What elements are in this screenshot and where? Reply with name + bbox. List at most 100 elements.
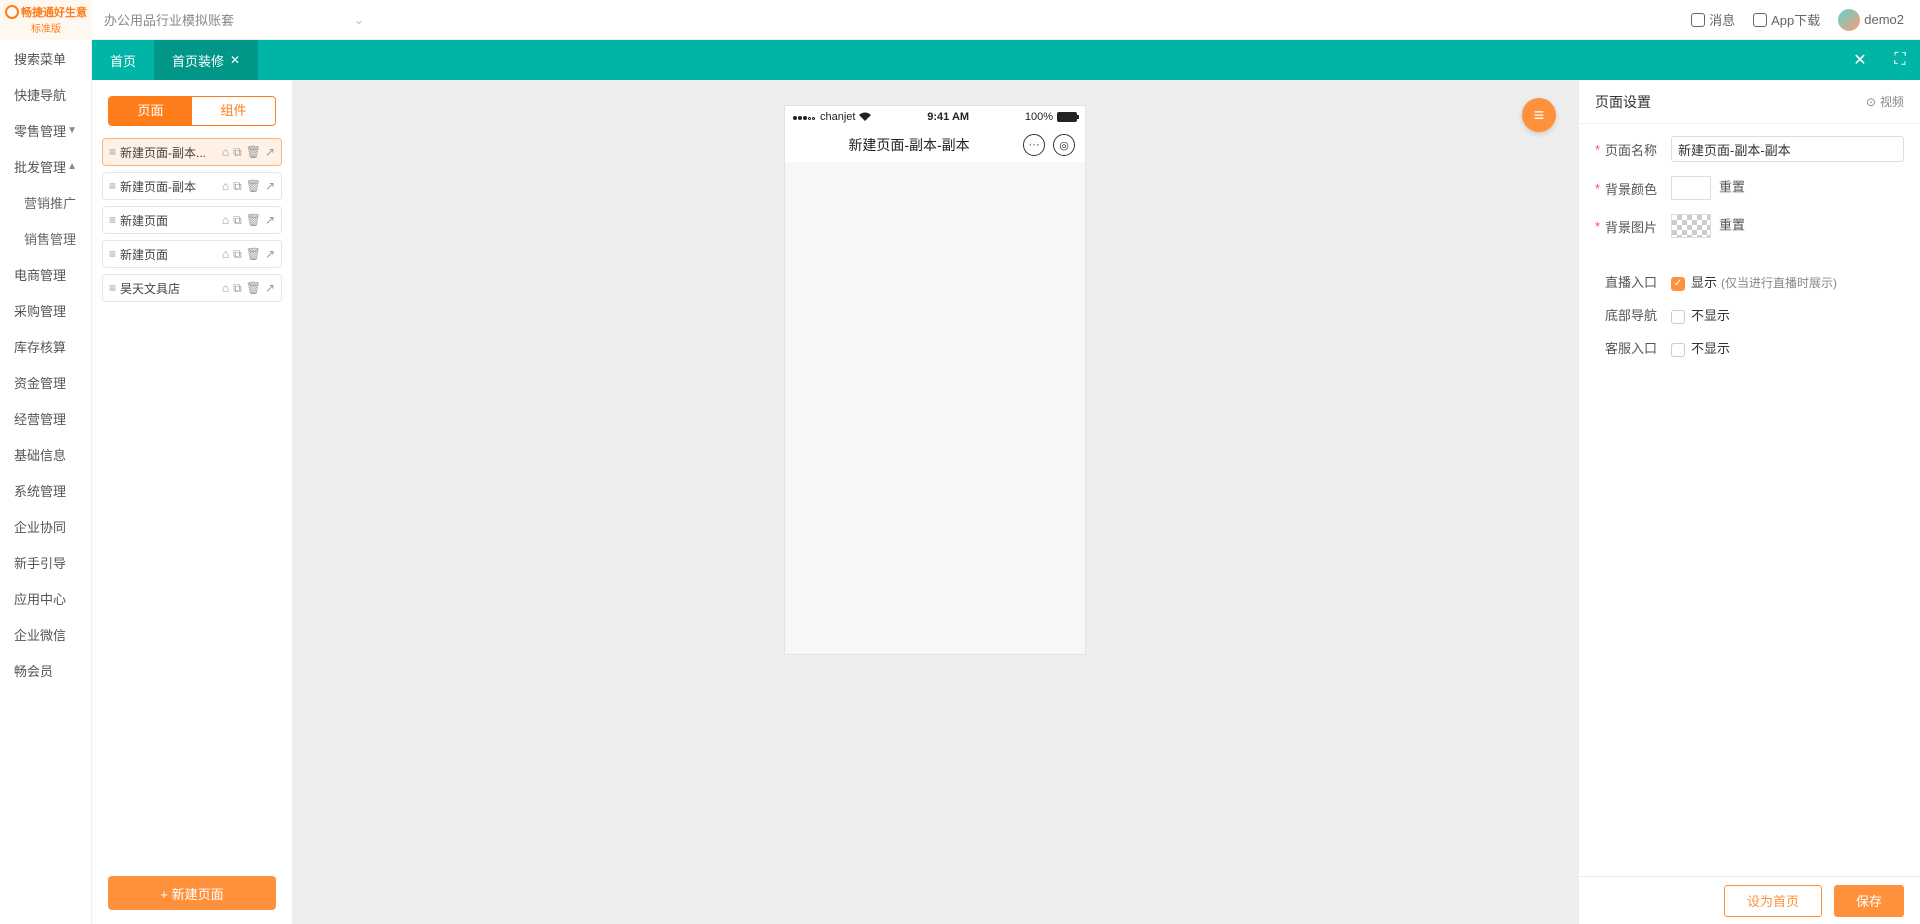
page-row[interactable]: ≡ 新建页面 ⌂ ⧉ 🗑 ↗ [102, 240, 282, 268]
nav-item[interactable]: 系统管理 [0, 472, 91, 508]
delete-icon[interactable]: 🗑 [246, 213, 261, 227]
page-list-panel: 页面 组件 ≡新建页面-副本...⌂⧉🗑↗≡新建页面-副本⌂⧉🗑↗≡新建页面⌂⧉… [92, 80, 292, 924]
message-icon [1691, 13, 1705, 27]
copy-icon[interactable]: ⧉ [233, 213, 242, 228]
home-icon[interactable]: ⌂ [222, 145, 229, 159]
delete-icon[interactable]: 🗑 [246, 247, 261, 261]
copy-icon[interactable]: ⧉ [233, 281, 242, 296]
nav-item[interactable]: 基础信息 [0, 436, 91, 472]
delete-icon[interactable]: 🗑 [246, 281, 261, 295]
bgimg-swatch[interactable] [1671, 214, 1711, 238]
user-menu[interactable]: demo2 [1838, 9, 1904, 31]
nav-item[interactable]: 批发管理▲ [0, 148, 91, 184]
nav-item[interactable]: 新手引导 [0, 544, 91, 580]
miniapp-close-icon[interactable]: ◎ [1053, 134, 1075, 156]
page-row[interactable]: ≡ 新建页面-副本 ⌂ ⧉ 🗑 ↗ [102, 172, 282, 200]
tab[interactable]: 首页装修 ✕ [154, 40, 258, 80]
messages-link[interactable]: 消息 [1691, 10, 1735, 29]
nav-item[interactable]: 应用中心 [0, 580, 91, 616]
phone-preview: chanjet 9:41 AM 100% 新建页面-副本-副本 ··· [785, 106, 1085, 654]
left-nav: 搜索菜单快捷导航零售管理▼批发管理▲营销推广销售管理电商管理采购管理库存核算资金… [0, 40, 92, 924]
share-icon[interactable]: ↗ [265, 247, 275, 261]
nav-item[interactable]: 库存核算 [0, 328, 91, 364]
tab-close-icon[interactable]: ✕ [230, 53, 240, 67]
home-icon[interactable]: ⌂ [222, 213, 229, 227]
live-checkbox-label: 显示 [1691, 275, 1717, 290]
tab[interactable]: 首页 [92, 40, 154, 80]
page-name-input[interactable] [1671, 136, 1904, 162]
save-button[interactable]: 保存 [1834, 885, 1904, 917]
bottomnav-checkbox[interactable] [1671, 310, 1685, 324]
nav-label: 企业微信 [14, 625, 66, 644]
page-name: 新建页面-副本 [120, 178, 218, 195]
delete-icon[interactable]: 🗑 [246, 145, 261, 159]
nav-item[interactable]: 零售管理▼ [0, 112, 91, 148]
nav-item[interactable]: 企业协同 [0, 508, 91, 544]
nav-label: 新手引导 [14, 553, 66, 572]
bgimg-reset[interactable]: 重置 [1719, 217, 1745, 232]
page-row[interactable]: ≡新建页面-副本...⌂⧉🗑↗ [102, 138, 282, 166]
drag-icon[interactable]: ≡ [109, 145, 116, 159]
new-page-button[interactable]: + 新建页面 [108, 876, 276, 910]
bgcolor-reset[interactable]: 重置 [1719, 179, 1745, 194]
video-label: 视频 [1880, 93, 1904, 110]
live-checkbox[interactable]: ✓ [1671, 277, 1685, 291]
drag-icon[interactable]: ≡ [109, 281, 116, 295]
set-home-button[interactable]: 设为首页 [1724, 885, 1822, 917]
panel-tab-component[interactable]: 组件 [192, 97, 275, 125]
nav-item[interactable]: 快捷导航 [0, 76, 91, 112]
copy-icon[interactable]: ⧉ [233, 179, 242, 194]
phone-titlebar: 新建页面-副本-副本 ··· ◎ [785, 128, 1085, 162]
canvas[interactable]: chanjet 9:41 AM 100% 新建页面-副本-副本 ··· [292, 80, 1578, 924]
settings-heading: 页面设置 [1595, 92, 1651, 112]
nav-subitem[interactable]: 营销推广 [0, 184, 91, 220]
nav-subitem[interactable]: 销售管理 [0, 220, 91, 256]
nav-item[interactable]: 经营管理 [0, 400, 91, 436]
tab-label: 首页装修 [172, 51, 224, 70]
nav-item[interactable]: 企业微信 [0, 616, 91, 652]
field-label-bottomnav: 底部导航 [1605, 305, 1671, 324]
nav-label: 批发管理 [14, 157, 66, 176]
share-icon[interactable]: ↗ [265, 179, 275, 193]
nav-item[interactable]: 电商管理 [0, 256, 91, 292]
share-icon[interactable]: ↗ [265, 213, 275, 227]
phone-time: 9:41 AM [871, 111, 1024, 123]
account-selector[interactable]: 办公用品行业模拟账套 ⌄ [104, 10, 364, 29]
copy-icon[interactable]: ⧉ [233, 145, 242, 160]
caret-icon: ▼ [67, 125, 77, 136]
video-help-link[interactable]: ⊙ 视频 [1866, 93, 1904, 110]
page-row[interactable]: ≡新建页面⌂⧉🗑↗ [102, 206, 282, 234]
fullscreen-icon[interactable]: ⛶ [1880, 51, 1920, 69]
copy-icon[interactable]: ⧉ [233, 247, 242, 262]
page-name: 新建页面 [120, 246, 218, 263]
drag-icon[interactable]: ≡ [109, 179, 116, 193]
panel-tab-page[interactable]: 页面 [109, 97, 192, 125]
share-icon[interactable]: ↗ [265, 145, 275, 159]
brand-logo[interactable]: 畅捷通好生意 标准版 [0, 0, 92, 40]
close-tab-icon[interactable]: ✕ [1840, 50, 1880, 70]
home-icon[interactable]: ⌂ [222, 179, 229, 193]
messages-label: 消息 [1709, 10, 1735, 29]
miniapp-menu-icon[interactable]: ··· [1023, 134, 1045, 156]
nav-item[interactable]: 搜索菜单 [0, 40, 91, 76]
nav-item[interactable]: 采购管理 [0, 292, 91, 328]
home-icon[interactable]: ⌂ [222, 281, 229, 295]
settings-panel: 页面设置 ⊙视频 *页面名称 *背景颜色 重置 *背景图片 重置 [1578, 80, 1920, 924]
phone-body[interactable] [785, 162, 1085, 654]
drag-icon[interactable]: ≡ [109, 213, 116, 227]
delete-icon[interactable]: 🗑 [246, 179, 261, 193]
share-icon[interactable]: ↗ [265, 281, 275, 295]
collapse-panel-button[interactable]: ≡ [1522, 98, 1556, 132]
home-icon[interactable]: ⌂ [222, 247, 229, 261]
cs-checkbox[interactable] [1671, 343, 1685, 357]
nav-item[interactable]: 畅会员 [0, 652, 91, 688]
nav-item[interactable]: 资金管理 [0, 364, 91, 400]
nav-label: 系统管理 [14, 481, 66, 500]
app-download-link[interactable]: App下载 [1753, 10, 1820, 29]
page-row[interactable]: ≡昊天文具店⌂⧉🗑↗ [102, 274, 282, 302]
brand-name: 畅捷通好生意 [21, 4, 87, 20]
play-icon: ⊙ [1866, 95, 1876, 109]
drag-icon[interactable]: ≡ [109, 247, 116, 261]
bgcolor-swatch[interactable] [1671, 176, 1711, 200]
nav-label: 应用中心 [14, 589, 66, 608]
